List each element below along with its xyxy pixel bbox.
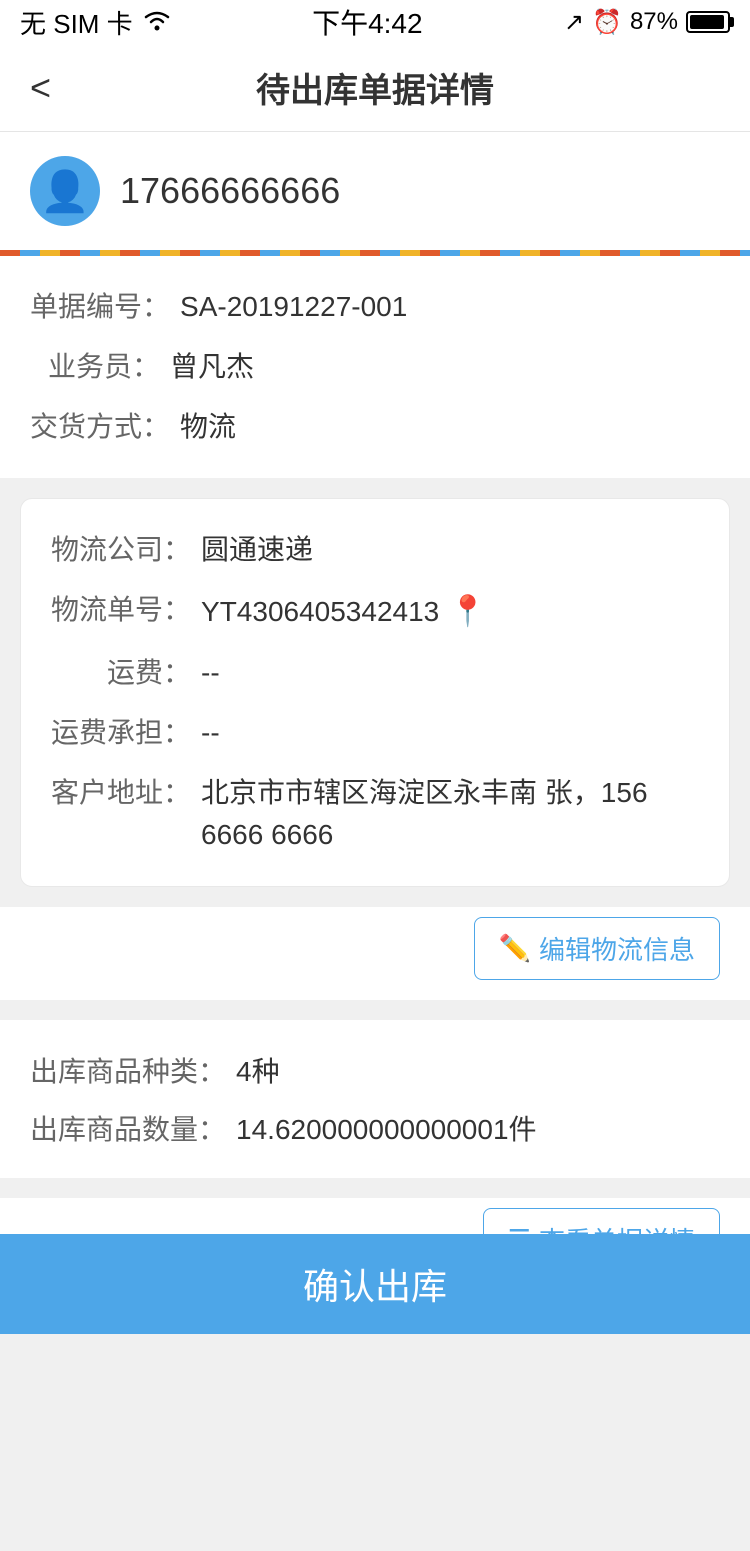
goods-type-label: 出库商品种类：	[30, 1050, 226, 1090]
customer-header: 👤 17666666666	[0, 132, 750, 250]
wifi-icon	[143, 7, 171, 38]
salesman-label: 业务员：	[30, 346, 160, 388]
logistics-company-value: 圆通速递	[201, 529, 699, 571]
freight-row: 运费： --	[51, 652, 699, 694]
delivery-value: 物流	[180, 406, 720, 448]
location-status-icon: ↗	[564, 8, 584, 37]
customer-avatar: 👤	[30, 156, 100, 226]
logistics-company-label: 物流公司：	[51, 529, 191, 571]
status-time: 下午4:42	[312, 2, 423, 42]
logistics-tracking-label: 物流单号：	[51, 589, 191, 631]
logistics-tracking-value: YT4306405342413 📍	[201, 589, 699, 634]
goods-quantity-row: 出库商品数量： 14.620000000000001件	[30, 1108, 720, 1148]
confirm-btn-bar: 确认出库	[0, 1234, 750, 1334]
section-separator	[0, 1000, 750, 1020]
goods-type-row: 出库商品种类： 4种	[30, 1050, 720, 1090]
confirm-outbound-button[interactable]: 确认出库	[303, 1258, 447, 1310]
carrier-text: 无 SIM 卡	[20, 4, 133, 41]
battery-icon	[686, 11, 730, 33]
nav-bar: < 待出库单据详情	[0, 44, 750, 132]
freight-value: --	[201, 652, 699, 694]
salesman-value: 曾凡杰	[170, 346, 720, 388]
freight-bear-row: 运费承担： --	[51, 712, 699, 754]
edit-logistics-button[interactable]: ✏️ 编辑物流信息	[474, 917, 720, 980]
freight-label: 运费：	[51, 652, 191, 694]
order-info-section: 单据编号： SA-20191227-001 业务员： 曾凡杰 交货方式： 物流	[0, 256, 750, 478]
goods-section: 出库商品种类： 4种 出库商品数量： 14.620000000000001件	[0, 1020, 750, 1178]
order-no-value: SA-20191227-001	[180, 286, 720, 328]
page-title: 待出库单据详情	[256, 63, 494, 112]
status-carrier: 无 SIM 卡	[20, 4, 171, 41]
avatar-icon: 👤	[40, 168, 90, 215]
freight-bear-label: 运费承担：	[51, 712, 191, 754]
edit-btn-row: ✏️ 编辑物流信息	[0, 907, 750, 1000]
main-content: 👤 17666666666 单据编号： SA-20191227-001 业务员：…	[0, 132, 750, 1551]
address-value: 北京市市辖区海淀区永丰南 张，156 6666 6666	[201, 772, 699, 856]
order-no-row: 单据编号： SA-20191227-001	[30, 286, 720, 328]
delivery-label: 交货方式：	[30, 406, 170, 448]
logistics-card: 物流公司： 圆通速递 物流单号： YT4306405342413 📍 运费： -…	[20, 498, 730, 887]
tracking-location-icon[interactable]: 📍	[449, 589, 486, 634]
battery-text: 87%	[630, 8, 678, 36]
customer-phone: 17666666666	[120, 170, 340, 212]
edit-icon: ✏️	[499, 933, 531, 964]
logistics-tracking-row: 物流单号： YT4306405342413 📍	[51, 589, 699, 634]
order-no-label: 单据编号：	[30, 286, 170, 328]
goods-quantity-value: 14.620000000000001件	[236, 1108, 537, 1148]
address-label: 客户地址：	[51, 772, 191, 814]
address-row: 客户地址： 北京市市辖区海淀区永丰南 张，156 6666 6666	[51, 772, 699, 856]
back-button[interactable]: <	[30, 67, 90, 109]
salesman-row: 业务员： 曾凡杰	[30, 346, 720, 388]
freight-bear-value: --	[201, 712, 699, 754]
goods-type-value: 4种	[236, 1050, 280, 1090]
status-right: ↗ ⏰ 87%	[564, 8, 730, 37]
goods-quantity-label: 出库商品数量：	[30, 1108, 226, 1148]
status-bar: 无 SIM 卡 下午4:42 ↗ ⏰ 87%	[0, 0, 750, 44]
delivery-row: 交货方式： 物流	[30, 406, 720, 448]
alarm-icon: ⏰	[592, 8, 622, 37]
logistics-company-row: 物流公司： 圆通速递	[51, 529, 699, 571]
